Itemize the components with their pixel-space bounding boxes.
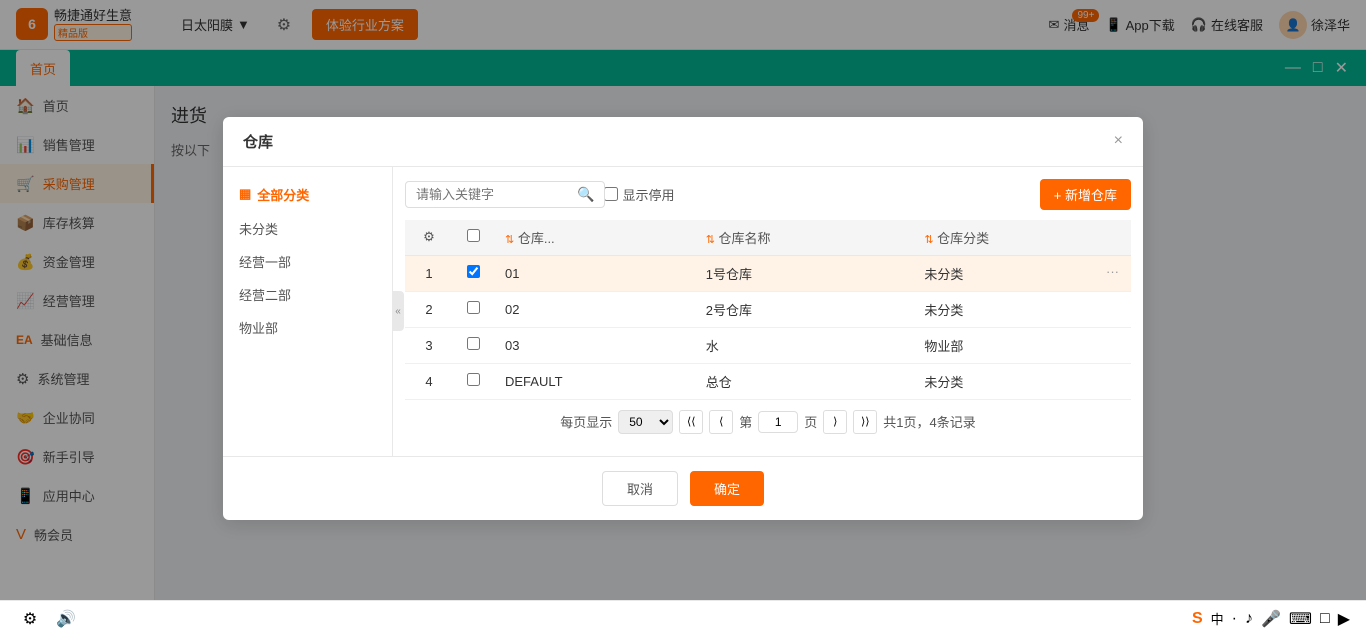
row-num: 4	[405, 363, 453, 399]
table-body: 1 01 1号仓库 未分类 ···	[405, 255, 1131, 399]
prev-page-button[interactable]: ⟨	[709, 410, 733, 434]
dialog-body: ▦ 全部分类 未分类 经营一部 经营二部 物业部 « 🔍	[223, 167, 1143, 456]
dialog-header: 仓库 ×	[223, 117, 1143, 167]
row-warehouse-name: 水	[694, 327, 913, 363]
last-page-button[interactable]: ⟩⟩	[853, 410, 877, 434]
row-num: 2	[405, 291, 453, 327]
row-check	[453, 291, 493, 327]
category-item-unclassified[interactable]: 未分类	[223, 212, 392, 245]
sort-icon-name: ⇅	[706, 234, 715, 246]
page-unit-label: 页	[804, 412, 817, 431]
col-name: ⇅ 仓库名称	[694, 220, 913, 256]
col-category: ⇅ 仓库分类	[912, 220, 1131, 256]
row-code: 03	[493, 327, 694, 363]
row-checkbox[interactable]	[467, 337, 480, 350]
page-size-label: 每页显示	[560, 412, 612, 431]
row-code: 01	[493, 255, 694, 291]
table-header: ⚙ ⇅ 仓库... ⇅	[405, 220, 1131, 256]
lang-icon[interactable]: 中	[1211, 609, 1224, 628]
page-label: 第	[739, 412, 752, 431]
row-num: 1	[405, 255, 453, 291]
row-checkbox[interactable]	[467, 265, 480, 278]
bottom-right: S 中 · ♪ 🎤 ⌨ □ ▶	[1192, 609, 1350, 629]
category-all-label: 全部分类	[257, 185, 309, 204]
header-row: ⚙ ⇅ 仓库... ⇅	[405, 220, 1131, 256]
bottom-bar: ⚙ 🔊 S 中 · ♪ 🎤 ⌨ □ ▶	[0, 600, 1366, 636]
row-code: 02	[493, 291, 694, 327]
table-row[interactable]: 1 01 1号仓库 未分类 ···	[405, 255, 1131, 291]
select-all-checkbox[interactable]	[467, 229, 480, 242]
row-category: 未分类	[912, 363, 1131, 399]
category-all[interactable]: ▦ 全部分类	[223, 179, 392, 212]
page-size-select[interactable]: 20 50 100	[618, 410, 673, 434]
search-button[interactable]: 🔍	[577, 186, 594, 203]
warehouse-dialog: 仓库 × ▦ 全部分类 未分类 经营一部 经营二部 物业部 «	[223, 117, 1143, 520]
dialog-overlay: 仓库 × ▦ 全部分类 未分类 经营一部 经营二部 物业部 «	[0, 0, 1366, 636]
sort-icon-code: ⇅	[505, 234, 514, 246]
cancel-button[interactable]: 取消	[602, 471, 678, 506]
settings-bottom-icon[interactable]: ⚙	[16, 605, 44, 633]
table-scroll-area: ⚙ ⇅ 仓库... ⇅	[405, 220, 1131, 400]
show-disabled-label[interactable]: 显示停用	[604, 185, 674, 204]
table-row[interactable]: 3 03 水 物业部	[405, 327, 1131, 363]
table-toolbar: 🔍 显示停用 + 新增仓库	[405, 179, 1131, 210]
total-info: 共1页，4条记录	[883, 412, 975, 431]
pagination: 每页显示 20 50 100 ⟨⟨ ⟨ 第 页 ⟩ ⟩⟩ 共1页，4条记录	[405, 400, 1131, 444]
warehouse-table: ⚙ ⇅ 仓库... ⇅	[405, 220, 1131, 400]
speaker-icon[interactable]: 🔊	[52, 605, 80, 633]
dialog-footer: 取消 确定	[223, 456, 1143, 520]
row-category: 未分类	[912, 291, 1131, 327]
table-area: 🔍 显示停用 + 新增仓库 ⚙	[393, 167, 1143, 456]
play-icon[interactable]: ▶	[1338, 609, 1350, 629]
search-input[interactable]	[405, 181, 605, 208]
row-category: 物业部	[912, 327, 1131, 363]
row-warehouse-name: 1号仓库	[694, 255, 913, 291]
category-item-dept2[interactable]: 经营二部	[223, 278, 392, 311]
row-warehouse-name: 总仓	[694, 363, 913, 399]
row-check	[453, 327, 493, 363]
more-button[interactable]: ···	[1106, 264, 1119, 279]
confirm-button[interactable]: 确定	[690, 471, 764, 506]
row-num: 3	[405, 327, 453, 363]
show-disabled-checkbox[interactable]	[604, 187, 618, 201]
category-item-property[interactable]: 物业部	[223, 311, 392, 344]
s-logo-icon: S	[1192, 610, 1203, 628]
keyboard-icon[interactable]: ⌨	[1289, 609, 1312, 629]
col-check	[453, 220, 493, 256]
bottom-left: ⚙ 🔊	[16, 605, 80, 633]
grid-icon: ▦	[239, 186, 251, 202]
add-warehouse-button[interactable]: + 新增仓库	[1040, 179, 1131, 210]
collapse-button[interactable]: «	[392, 291, 404, 331]
col-settings: ⚙	[405, 220, 453, 256]
row-checkbox[interactable]	[467, 373, 480, 386]
row-category: 未分类 ···	[912, 255, 1131, 291]
row-check	[453, 255, 493, 291]
next-page-button[interactable]: ⟩	[823, 410, 847, 434]
table-row[interactable]: 4 DEFAULT 总仓 未分类	[405, 363, 1131, 399]
row-checkbox[interactable]	[467, 301, 480, 314]
row-warehouse-name: 2号仓库	[694, 291, 913, 327]
dialog-title: 仓库	[243, 131, 273, 152]
music-icon[interactable]: ♪	[1245, 610, 1253, 628]
mic-icon[interactable]: 🎤	[1261, 609, 1281, 629]
screen-icon[interactable]: □	[1320, 610, 1330, 628]
category-panel: ▦ 全部分类 未分类 经营一部 经营二部 物业部 «	[223, 167, 393, 456]
settings-col-icon[interactable]: ⚙	[423, 229, 435, 244]
first-page-button[interactable]: ⟨⟨	[679, 410, 703, 434]
show-disabled-text: 显示停用	[622, 185, 674, 204]
current-page-input[interactable]	[758, 411, 798, 433]
table-row[interactable]: 2 02 2号仓库 未分类	[405, 291, 1131, 327]
sort-icon-category: ⇅	[924, 234, 933, 246]
dialog-close-button[interactable]: ×	[1114, 132, 1123, 150]
row-code: DEFAULT	[493, 363, 694, 399]
row-check	[453, 363, 493, 399]
col-code: ⇅ 仓库...	[493, 220, 694, 256]
category-item-dept1[interactable]: 经营一部	[223, 245, 392, 278]
search-wrapper: 🔍	[405, 181, 594, 208]
dot-separator: ·	[1232, 610, 1237, 628]
